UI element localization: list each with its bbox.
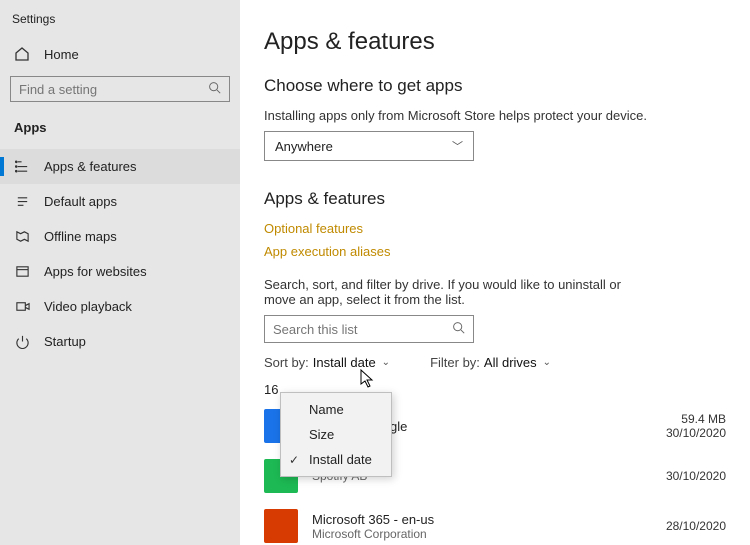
app-name: Microsoft 365 - en-us — [312, 512, 622, 527]
sort-by-value: Install date — [313, 355, 376, 370]
sidebar-section-label: Apps — [0, 112, 240, 141]
sidebar-item-default-apps[interactable]: Default apps — [0, 184, 240, 219]
optional-features-link[interactable]: Optional features — [264, 221, 363, 236]
sort-option-label: Install date — [309, 452, 372, 467]
video-playback-icon — [14, 299, 30, 314]
offline-maps-icon — [14, 229, 30, 244]
chevron-down-icon: ⌄ — [543, 357, 551, 368]
home-button[interactable]: Home — [0, 38, 240, 70]
filter-by-control[interactable]: Filter by: All drives ⌄ — [430, 355, 551, 370]
sidebar-item-offline-maps[interactable]: Offline maps — [0, 219, 240, 254]
choose-apps-title: Choose where to get apps — [264, 76, 726, 96]
home-icon — [14, 46, 30, 62]
app-date: 30/10/2020 — [636, 426, 726, 440]
home-label: Home — [44, 47, 79, 62]
app-icon — [264, 509, 298, 543]
sort-option-label: Size — [309, 427, 334, 442]
choose-apps-value: Anywhere — [275, 139, 333, 154]
search-icon — [208, 81, 221, 97]
app-search-box[interactable] — [264, 315, 474, 343]
page-title: Apps & features — [264, 28, 726, 56]
app-publisher: Microsoft Corporation — [312, 527, 622, 541]
sidebar-item-label: Offline maps — [44, 229, 117, 244]
check-icon: ✓ — [289, 453, 301, 467]
sort-option-size[interactable]: Size — [281, 422, 391, 447]
sort-by-label: Sort by: — [264, 355, 309, 370]
app-size: 59.4 MB — [636, 412, 726, 426]
app-execution-aliases-link[interactable]: App execution aliases — [264, 244, 390, 259]
app-date: 28/10/2020 — [636, 519, 726, 533]
choose-apps-desc: Installing apps only from Microsoft Stor… — [264, 108, 726, 123]
default-apps-icon — [14, 194, 30, 209]
filter-by-label: Filter by: — [430, 355, 480, 370]
sidebar-item-label: Default apps — [44, 194, 117, 209]
search-desc: Search, sort, and filter by drive. If yo… — [264, 277, 624, 307]
app-date: 30/10/2020 — [636, 469, 726, 483]
apps-features-icon — [14, 159, 30, 174]
sidebar-item-startup[interactable]: Startup — [0, 324, 240, 359]
filter-by-value: All drives — [484, 355, 537, 370]
sidebar-item-label: Startup — [44, 334, 86, 349]
chevron-down-icon: ⌄ — [382, 357, 390, 368]
window-title: Settings — [0, 8, 240, 38]
startup-icon — [14, 334, 30, 349]
sidebar-search-input[interactable] — [19, 82, 208, 97]
sidebar-item-label: Apps for websites — [44, 264, 147, 279]
sidebar-item-video-playback[interactable]: Video playback — [0, 289, 240, 324]
chevron-down-icon: ﹀ — [452, 138, 463, 154]
sort-menu-popup: Name Size ✓ Install date — [280, 392, 392, 477]
sidebar-item-label: Video playback — [44, 299, 132, 314]
sidebar-item-apps-features[interactable]: Apps & features — [0, 149, 240, 184]
choose-apps-dropdown[interactable]: Anywhere ﹀ — [264, 131, 474, 161]
sort-by-control[interactable]: Sort by: Install date ⌄ — [264, 355, 390, 370]
sidebar-item-apps-for-websites[interactable]: Apps for websites — [0, 254, 240, 289]
sort-option-label: Name — [309, 402, 344, 417]
sidebar-search[interactable] — [10, 76, 230, 102]
app-row[interactable]: Microsoft 365 - en-us Microsoft Corporat… — [264, 501, 726, 545]
app-search-input[interactable] — [273, 322, 452, 337]
sidebar-item-label: Apps & features — [44, 159, 137, 174]
sort-option-name[interactable]: Name — [281, 397, 391, 422]
apps-features-section-title: Apps & features — [264, 189, 726, 209]
apps-websites-icon — [14, 264, 30, 279]
sort-option-install-date[interactable]: ✓ Install date — [281, 447, 391, 472]
search-icon — [452, 321, 465, 337]
